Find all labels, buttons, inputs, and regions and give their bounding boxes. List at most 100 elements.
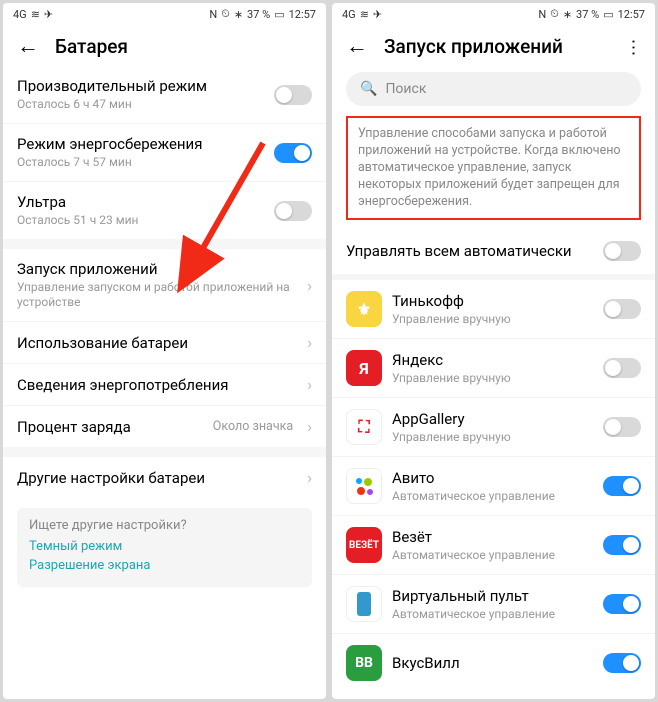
app-row-avito[interactable]: Авито Автоматическое управление xyxy=(332,457,655,516)
search-icon: 🔍 xyxy=(360,81,377,97)
label: Ультра xyxy=(17,193,264,211)
subtitle: Управление запуском и работой приложений… xyxy=(17,280,297,310)
label: Запуск приложений xyxy=(17,260,297,278)
toggle-app[interactable] xyxy=(603,417,641,437)
app-name: ВкусВилл xyxy=(392,654,593,672)
label: Использование батареи xyxy=(17,334,297,352)
app-list: ⚜ Тинькофф Управление вручную Я Яндекс У… xyxy=(332,280,655,699)
battery-pct: 37 % xyxy=(576,8,599,21)
app-sub: Управление вручную xyxy=(392,371,593,386)
app-icon: ⛶ xyxy=(346,409,382,445)
row-app-launch[interactable]: Запуск приложений Управление запуском и … xyxy=(3,249,326,322)
app-row-vezet[interactable]: ВЕЗЁТ Везёт Автоматическое управление xyxy=(332,516,655,575)
label: Производительный режим xyxy=(17,77,264,95)
row-performance-mode[interactable]: Производительный режим Осталось 6 ч 47 м… xyxy=(3,66,326,124)
toggle-ultra[interactable] xyxy=(274,201,312,221)
toggle-app[interactable] xyxy=(603,653,641,673)
app-name: Авито xyxy=(392,469,593,487)
nfc-icon: N xyxy=(538,8,546,21)
page-title: Запуск приложений xyxy=(384,35,609,58)
label: Управлять всем автоматически xyxy=(346,242,593,260)
statusbar: 4G ≋ ✈ N ⏲ ∗ 37 % ▭ 12:57 xyxy=(3,3,326,25)
phone-right: 4G ≋ ✈ N ⏲ ∗ 37 % ▭ 12:57 ← Запуск прило… xyxy=(332,3,655,699)
app-sub: Автоматическое управление xyxy=(392,607,593,622)
toggle-app[interactable] xyxy=(603,476,641,496)
clock: 12:57 xyxy=(618,8,645,21)
chevron-right-icon: › xyxy=(307,417,312,436)
row-ultra[interactable]: Ультра Осталось 51 ч 23 мин xyxy=(3,182,326,239)
settings-list: Производительный режим Осталось 6 ч 47 м… xyxy=(3,66,326,699)
toggle-app[interactable] xyxy=(603,535,641,555)
app-icon xyxy=(346,586,382,622)
app-name: Везёт xyxy=(392,528,593,546)
app-sub: Управление вручную xyxy=(392,430,593,445)
subtitle: Осталось 6 ч 47 мин xyxy=(17,97,264,112)
value: Около значка xyxy=(213,419,293,434)
app-sub: Автоматическое управление xyxy=(392,548,593,563)
toggle-app[interactable] xyxy=(603,358,641,378)
app-sub: Автоматическое управление xyxy=(392,489,593,504)
toggle-performance[interactable] xyxy=(274,85,312,105)
battery-icon: ▭ xyxy=(274,8,284,21)
label: Режим энергосбережения xyxy=(17,135,264,153)
app-name: Яндекс xyxy=(392,351,593,369)
search-input[interactable]: 🔍 Поиск xyxy=(346,72,641,106)
telegram-icon: ✈ xyxy=(373,8,382,21)
page-title: Батарея xyxy=(55,35,312,58)
app-row-yandex[interactable]: Я Яндекс Управление вручную xyxy=(332,339,655,398)
app-icon xyxy=(346,468,382,504)
chevron-right-icon: › xyxy=(307,276,312,295)
app-icon: ВВ xyxy=(346,645,382,681)
row-manage-all[interactable]: Управлять всем автоматически xyxy=(332,230,655,274)
app-name: Виртуальный пульт xyxy=(392,587,593,605)
section-gap xyxy=(3,447,326,457)
tip-link-screen-resolution[interactable]: Разрешение экрана xyxy=(29,558,300,573)
back-icon[interactable]: ← xyxy=(17,36,39,58)
app-row-virtual-remote[interactable]: Виртуальный пульт Автоматическое управле… xyxy=(332,575,655,634)
signal-icon: 4G xyxy=(13,8,27,21)
row-battery-percent[interactable]: Процент заряда Около значка › xyxy=(3,406,326,447)
app-row-appgallery[interactable]: ⛶ AppGallery Управление вручную xyxy=(332,398,655,457)
tip-question: Ищете другие настройки? xyxy=(29,518,300,533)
signal-icon: 4G xyxy=(342,8,356,21)
row-power-saving[interactable]: Режим энергосбережения Осталось 7 ч 57 м… xyxy=(3,124,326,182)
label: Процент заряда xyxy=(17,418,203,436)
chevron-right-icon: › xyxy=(307,375,312,394)
clock: 12:57 xyxy=(289,8,316,21)
alarm-icon: ⏲ xyxy=(550,7,559,21)
app-row-tinkoff[interactable]: ⚜ Тинькофф Управление вручную xyxy=(332,280,655,339)
header: ← Батарея xyxy=(3,25,326,66)
alarm-icon: ⏲ xyxy=(221,7,230,21)
app-icon: Я xyxy=(346,350,382,386)
nfc-icon: N xyxy=(209,8,217,21)
menu-icon[interactable]: ⋯ xyxy=(623,39,644,55)
bluetooth-icon: ∗ xyxy=(234,8,243,21)
toggle-manage-all[interactable] xyxy=(603,241,641,261)
battery-icon: ▭ xyxy=(603,8,613,21)
app-name: AppGallery xyxy=(392,410,593,428)
phone-left: 4G ≋ ✈ N ⏲ ∗ 37 % ▭ 12:57 ← Батарея Прои… xyxy=(3,3,326,699)
subtitle: Осталось 7 ч 57 мин xyxy=(17,155,264,170)
section-gap xyxy=(3,239,326,249)
app-name: Тинькофф xyxy=(392,292,593,310)
app-icon: ⚜ xyxy=(346,291,382,327)
bluetooth-icon: ∗ xyxy=(563,8,572,21)
tip-link-dark-mode[interactable]: Темный режим xyxy=(29,539,300,554)
search-placeholder: Поиск xyxy=(385,81,426,97)
row-power-details[interactable]: Сведения энергопотребления › xyxy=(3,364,326,406)
subtitle: Осталось 51 ч 23 мин xyxy=(17,213,264,228)
row-battery-usage[interactable]: Использование батареи › xyxy=(3,322,326,364)
app-row-vkusvill[interactable]: ВВ ВкусВилл xyxy=(332,634,655,692)
toggle-power-saving[interactable] xyxy=(274,143,312,163)
label: Другие настройки батареи xyxy=(17,469,297,487)
tip-box: Ищете другие настройки? Темный режим Раз… xyxy=(17,508,312,587)
info-description: Управление способами запуска и работой п… xyxy=(346,116,641,220)
row-other-settings[interactable]: Другие настройки батареи › xyxy=(3,457,326,498)
toggle-app[interactable] xyxy=(603,594,641,614)
statusbar: 4G ≋ ✈ N ⏲ ∗ 37 % ▭ 12:57 xyxy=(332,3,655,25)
wifi-icon: ≋ xyxy=(360,8,369,21)
label: Сведения энергопотребления xyxy=(17,376,297,394)
telegram-icon: ✈ xyxy=(44,8,53,21)
toggle-app[interactable] xyxy=(603,299,641,319)
back-icon[interactable]: ← xyxy=(346,36,368,58)
